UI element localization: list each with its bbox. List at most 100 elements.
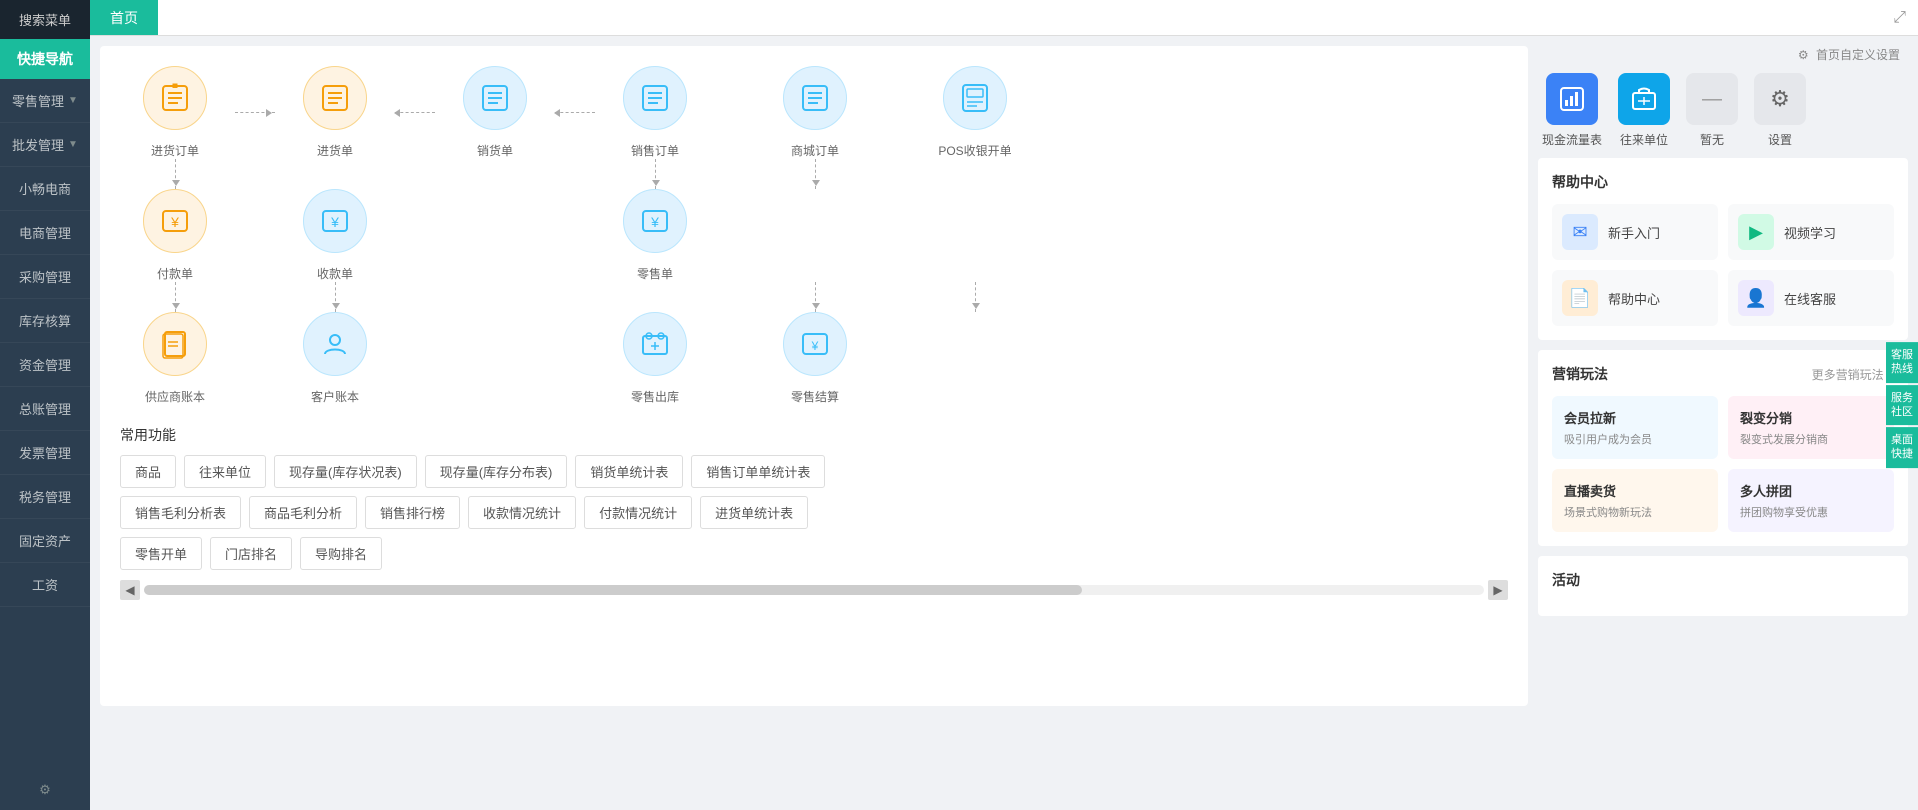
marketing-group[interactable]: 多人拼团 拼团购物享受优惠 <box>1728 469 1894 532</box>
desktop-shortcut-btn[interactable]: 桌面快捷 <box>1886 427 1918 468</box>
member-title: 会员拉新 <box>1564 408 1706 427</box>
help-item-beginner[interactable]: ✉ 新手入门 <box>1552 204 1718 260</box>
sales-order-icon <box>623 66 687 130</box>
purchase-bill-icon <box>303 66 367 130</box>
floating-buttons: 客服热线 服务社区 桌面快捷 <box>1886 342 1918 468</box>
node-retail-out[interactable]: 零售出库 <box>600 312 710 405</box>
func-btn-sales-rank[interactable]: 销售排行榜 <box>365 496 460 529</box>
node-mall-order[interactable]: 商城订单 <box>760 66 870 159</box>
arrow-1 <box>230 112 280 113</box>
node-purchase-order-label: 进货订单 <box>151 142 199 159</box>
node-pos[interactable]: POS收银开单 <box>920 66 1030 159</box>
sidebar-item-salary[interactable]: 工资 <box>0 563 90 607</box>
node-sales-bill[interactable]: 销货单 <box>440 66 550 159</box>
quick-icon-none[interactable]: — 暂无 <box>1686 73 1738 148</box>
node-purchase-bill-label: 进货单 <box>317 142 353 159</box>
activity-title: 活动 <box>1552 570 1894 590</box>
sidebar-item-invoice[interactable]: 发票管理 <box>0 431 90 475</box>
node-supplier-account[interactable]: 供应商账本 <box>120 312 230 405</box>
func-btn-sales-stat[interactable]: 销货单统计表 <box>575 455 683 488</box>
mall-order-icon <box>783 66 847 130</box>
func-btn-store-rank[interactable]: 门店排名 <box>210 537 292 570</box>
sidebar-item-purchase[interactable]: 采购管理 <box>0 255 90 299</box>
quick-icon-settings[interactable]: ⚙ 设置 <box>1754 73 1806 148</box>
sidebar: 搜索菜单 快捷导航 零售管理 ▼ 批发管理 ▼ 小畅电商 电商管理 采购管理 库… <box>0 0 90 810</box>
func-btn-goods[interactable]: 商品 <box>120 455 176 488</box>
common-functions-title: 常用功能 <box>120 425 1508 445</box>
func-btn-stock-status[interactable]: 现存量(库存状况表) <box>274 455 417 488</box>
node-customer-account[interactable]: 客户账本 <box>280 312 390 405</box>
chevron-down-icon: ▼ <box>68 139 78 150</box>
func-btn-units[interactable]: 往来单位 <box>184 455 266 488</box>
activity-panel: 活动 <box>1538 556 1908 616</box>
node-retail-settle-label: 零售结算 <box>791 388 839 405</box>
help-item-video[interactable]: ▶ 视频学习 <box>1728 204 1894 260</box>
tab-home[interactable]: 首页 <box>90 0 158 35</box>
vc-mall-order <box>760 159 870 189</box>
content-area: 进货订单 <box>90 36 1918 810</box>
expand-icon[interactable]: ⤢ <box>1881 9 1918 27</box>
sidebar-settings[interactable]: ⚙ <box>0 770 90 810</box>
help-item-help[interactable]: 📄 帮助中心 <box>1552 270 1718 326</box>
sidebar-item-retail[interactable]: 零售管理 ▼ <box>0 79 90 123</box>
node-sales-order[interactable]: 销售订单 <box>600 66 710 159</box>
node-purchase-bill[interactable]: 进货单 <box>280 66 390 159</box>
customer-service-btn[interactable]: 客服热线 <box>1886 342 1918 383</box>
func-btn-retail-order[interactable]: 零售开单 <box>120 537 202 570</box>
customize-link[interactable]: ⚙ 首页自定义设置 <box>1538 46 1908 63</box>
scroll-bar[interactable]: ◀ ▶ <box>120 580 1508 600</box>
node-retail-order[interactable]: ¥ 零售单 <box>600 189 710 282</box>
quick-icon-units[interactable]: 往来单位 <box>1618 73 1670 148</box>
scroll-left-btn[interactable]: ◀ <box>120 580 140 600</box>
func-btn-payment-stat[interactable]: 付款情况统计 <box>584 496 692 529</box>
help-item-chat[interactable]: 👤 在线客服 <box>1728 270 1894 326</box>
scroll-track[interactable] <box>144 585 1484 595</box>
node-sales-bill-label: 销货单 <box>477 142 513 159</box>
settings-label: 设置 <box>1768 131 1792 148</box>
customer-account-icon <box>303 312 367 376</box>
marketing-member[interactable]: 会员拉新 吸引用户成为会员 <box>1552 396 1718 459</box>
left-panel: 进货订单 <box>90 36 1538 810</box>
marketing-live[interactable]: 直播卖货 场景式购物新玩法 <box>1552 469 1718 532</box>
flow-row-1: 进货订单 <box>120 66 1508 159</box>
chat-icon: 👤 <box>1738 280 1774 316</box>
scroll-right-btn[interactable]: ▶ <box>1488 580 1508 600</box>
node-receipt[interactable]: ¥ 收款单 <box>280 189 390 282</box>
quick-icon-cashflow[interactable]: 现金流量表 <box>1542 73 1602 148</box>
search-menu[interactable]: 搜索菜单 <box>0 0 90 39</box>
vc-purchase-bill <box>280 159 390 174</box>
sidebar-item-wholesale[interactable]: 批发管理 ▼ <box>0 123 90 167</box>
func-btn-sales-order-stat[interactable]: 销售订单单统计表 <box>691 455 825 488</box>
more-marketing-link[interactable]: 更多营销玩法 > <box>1812 366 1894 383</box>
sidebar-item-ledger[interactable]: 总账管理 <box>0 387 90 431</box>
func-btn-receipt-stat[interactable]: 收款情况统计 <box>468 496 576 529</box>
node-purchase-order[interactable]: 进货订单 <box>120 66 230 159</box>
marketing-fission[interactable]: 裂变分销 裂变式发展分销商 <box>1728 396 1894 459</box>
sidebar-item-tax[interactable]: 税务管理 <box>0 475 90 519</box>
func-btn-purchase-stat[interactable]: 进货单统计表 <box>700 496 808 529</box>
sidebar-item-ecom[interactable]: 电商管理 <box>0 211 90 255</box>
help-center-panel: 帮助中心 ✉ 新手入门 ▶ 视频学习 📄 帮助中心 👤 <box>1538 158 1908 340</box>
func-btn-goods-gross[interactable]: 商品毛利分析 <box>249 496 357 529</box>
scroll-thumb[interactable] <box>144 585 1082 595</box>
flow-row-2: ¥ 付款单 ¥ <box>120 189 1508 282</box>
node-payment[interactable]: ¥ 付款单 <box>120 189 230 282</box>
live-desc: 场景式购物新玩法 <box>1564 504 1706 520</box>
sidebar-item-inventory[interactable]: 库存核算 <box>0 299 90 343</box>
sidebar-item-xiaochang[interactable]: 小畅电商 <box>0 167 90 211</box>
marketing-title: 营销玩法 <box>1552 364 1608 384</box>
node-retail-settle[interactable]: ¥ 零售结算 <box>760 312 870 405</box>
video-icon: ▶ <box>1738 214 1774 250</box>
func-btn-sales-gross[interactable]: 销售毛利分析表 <box>120 496 241 529</box>
sidebar-item-assets[interactable]: 固定资产 <box>0 519 90 563</box>
func-btn-stock-dist[interactable]: 现存量(库存分布表) <box>425 455 568 488</box>
purchase-order-icon <box>143 66 207 130</box>
video-label: 视频学习 <box>1784 223 1836 242</box>
retail-out-icon <box>623 312 687 376</box>
func-btn-guide-rank[interactable]: 导购排名 <box>300 537 382 570</box>
svg-text:¥: ¥ <box>811 339 819 353</box>
sidebar-item-finance[interactable]: 资金管理 <box>0 343 90 387</box>
node-pos-label: POS收银开单 <box>938 142 1011 159</box>
service-community-btn[interactable]: 服务社区 <box>1886 385 1918 426</box>
payment-icon: ¥ <box>143 189 207 253</box>
